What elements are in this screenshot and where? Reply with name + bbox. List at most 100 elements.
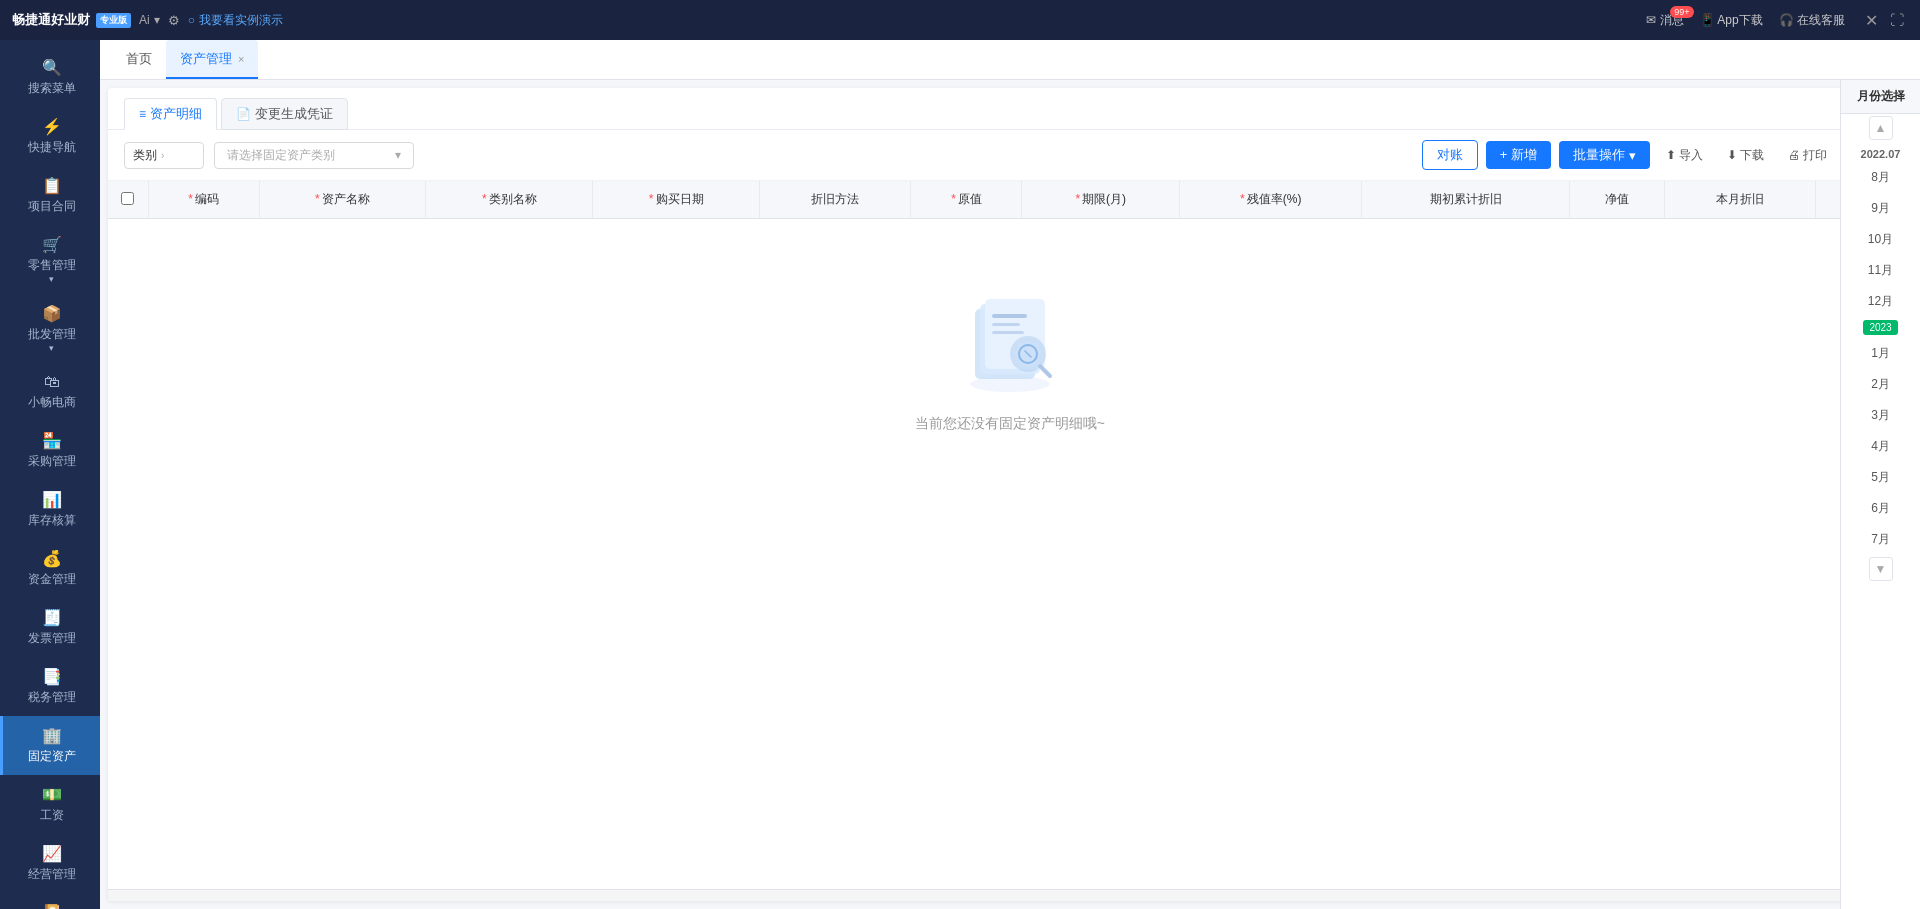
col-net-value: 净值 (1569, 181, 1664, 219)
chevron-down-icon: ▾ (49, 343, 54, 353)
select-all-checkbox[interactable] (121, 192, 134, 205)
month-item-2023-5[interactable]: 5月 (1845, 463, 1916, 492)
retail-mgmt-icon: 🛒 (42, 235, 62, 254)
month-item-2023-6[interactable]: 6月 (1845, 494, 1916, 523)
asset-table: *编码 *资产名称 *类别名称 *购买日期 折旧方法 *原值 *期限(月) *残… (108, 181, 1912, 493)
chevron-down-icon: ▾ (49, 274, 54, 284)
close-window-button[interactable]: ✕ (1861, 11, 1882, 30)
dropdown-arrow[interactable]: ▾ (154, 13, 160, 27)
demo-text: 我要看实例演示 (199, 12, 283, 29)
content-area: 首页 资产管理 × ≡ 资产明细 📄 变更生成凭证 (100, 40, 1920, 909)
main-layout: 🔍 搜索菜单 ⚡ 快捷导航 📋 项目合同 🛒 零售管理 ▾ 📦 批发管理 ▾ 🛍… (0, 40, 1920, 909)
tab-home[interactable]: 首页 (112, 40, 166, 79)
col-category-name: *类别名称 (426, 181, 593, 219)
sidebar-item-label: 固定资产 (28, 748, 76, 765)
import-button[interactable]: ⬆ 导入 (1658, 143, 1711, 168)
sidebar-item-label: 采购管理 (28, 453, 76, 470)
sidebar-item-invoice-mgmt[interactable]: 🧾 发票管理 (0, 598, 100, 657)
year-2022-label: 2022.07 (1841, 142, 1920, 162)
batch-operation-button[interactable]: 批量操作 ▾ (1559, 141, 1650, 169)
sidebar-item-general-ledger[interactable]: 📔 总账管理 (0, 893, 100, 909)
sidebar-item-wholesale-mgmt[interactable]: 📦 批发管理 ▾ (0, 294, 100, 363)
demo-icon: ○ (188, 13, 195, 27)
col-depreciation-method: 折旧方法 (760, 181, 911, 219)
select-all-checkbox-header[interactable] (108, 181, 148, 219)
sidebar-item-retail-mgmt[interactable]: 🛒 零售管理 ▾ (0, 225, 100, 294)
sidebar-item-ecommerce[interactable]: 🛍 小畅电商 (0, 363, 100, 421)
list-icon: ≡ (139, 107, 146, 121)
sidebar-item-label: 发票管理 (28, 630, 76, 647)
match-button[interactable]: 对账 (1422, 140, 1478, 170)
sidebar-item-salary[interactable]: 💵 工资 (0, 775, 100, 834)
page-content: ≡ 资产明细 📄 变更生成凭证 类别 › (100, 80, 1920, 909)
category-placeholder-select[interactable]: 请选择固定资产类别 ▾ (214, 142, 414, 169)
month-next-button[interactable]: ▼ (1869, 557, 1893, 581)
year-2023-badge: 2023 (1863, 320, 1897, 335)
online-service-button[interactable]: 🎧 在线客服 (1779, 12, 1845, 29)
message-badge: 99+ (1670, 6, 1693, 18)
sub-tab-change-voucher[interactable]: 📄 变更生成凭证 (221, 98, 348, 130)
inventory-icon: 📊 (42, 490, 62, 509)
sub-tab-change-voucher-label: 变更生成凭证 (255, 105, 333, 123)
company-selector[interactable]: Ai ▾ (139, 13, 160, 27)
month-item-2023-3[interactable]: 3月 (1845, 401, 1916, 430)
sidebar-item-label: 搜索菜单 (28, 80, 76, 97)
sidebar-item-label: 零售管理 (28, 257, 76, 274)
empty-illustration (950, 279, 1070, 399)
month-item-11[interactable]: 11月 (1845, 256, 1916, 285)
sub-tab-asset-detail[interactable]: ≡ 资产明细 (124, 98, 217, 130)
phone-icon: 📱 (1700, 13, 1715, 27)
month-prev-button[interactable]: ▲ (1869, 116, 1893, 140)
category-filter[interactable]: 类别 › (124, 142, 204, 169)
category-placeholder-text: 请选择固定资产类别 (227, 147, 335, 164)
settings-icon[interactable]: ⚙ (168, 13, 180, 28)
table-scroll-bar[interactable] (108, 889, 1912, 901)
main-panel: ≡ 资产明细 📄 变更生成凭证 类别 › (108, 88, 1912, 901)
sub-tabs: ≡ 资产明细 📄 变更生成凭证 (108, 88, 1912, 130)
month-panel-header: 月份选择 (1841, 80, 1920, 114)
tab-asset-management[interactable]: 资产管理 × (166, 40, 258, 79)
operations-mgmt-icon: 📈 (42, 844, 62, 863)
sidebar-item-label: 库存核算 (28, 512, 76, 529)
maximize-window-button[interactable]: ⛶ (1886, 12, 1908, 28)
message-button[interactable]: ✉ 消息 99+ (1646, 12, 1684, 29)
sidebar-item-operations-mgmt[interactable]: 📈 经营管理 (0, 834, 100, 893)
fixed-assets-icon: 🏢 (42, 726, 62, 745)
app-download-button[interactable]: 📱 App下载 (1700, 12, 1763, 29)
sidebar: 🔍 搜索菜单 ⚡ 快捷导航 📋 项目合同 🛒 零售管理 ▾ 📦 批发管理 ▾ 🛍… (0, 40, 100, 909)
month-item-2023-1[interactable]: 1月 (1845, 339, 1916, 368)
download-button[interactable]: ⬇ 下载 (1719, 143, 1772, 168)
add-button[interactable]: + 新增 (1486, 141, 1551, 169)
sidebar-item-label: 快捷导航 (28, 139, 76, 156)
category-label: 类别 (133, 147, 157, 164)
month-item-2023-2[interactable]: 2月 (1845, 370, 1916, 399)
toolbar-right: 对账 + 新增 批量操作 ▾ ⬆ 导入 (1422, 140, 1896, 170)
sidebar-item-fund-mgmt[interactable]: 💰 资金管理 (0, 539, 100, 598)
sidebar-item-search-menu[interactable]: 🔍 搜索菜单 (0, 48, 100, 107)
month-item-12[interactable]: 12月 (1845, 287, 1916, 316)
month-item-9[interactable]: 9月 (1845, 194, 1916, 223)
sidebar-item-fixed-assets[interactable]: 🏢 固定资产 (0, 716, 100, 775)
sidebar-item-quick-nav[interactable]: ⚡ 快捷导航 (0, 107, 100, 166)
brand-name: 畅捷通好业财 (12, 11, 90, 29)
sidebar-item-label: 小畅电商 (28, 394, 76, 411)
month-item-2023-7[interactable]: 7月 (1845, 525, 1916, 554)
svg-rect-6 (992, 331, 1024, 334)
sidebar-item-inventory[interactable]: 📊 库存核算 (0, 480, 100, 539)
sidebar-item-project-contract[interactable]: 📋 项目合同 (0, 166, 100, 225)
col-code: *编码 (148, 181, 259, 219)
print-button[interactable]: 🖨 打印 (1780, 143, 1835, 168)
month-item-2023-4[interactable]: 4月 (1845, 432, 1916, 461)
month-item-8[interactable]: 8月 (1845, 163, 1916, 192)
tab-home-label: 首页 (126, 50, 152, 68)
col-residual-rate: *残值率(%) (1180, 181, 1362, 219)
tab-close-button[interactable]: × (238, 53, 244, 65)
fund-mgmt-icon: 💰 (42, 549, 62, 568)
month-item-10[interactable]: 10月 (1845, 225, 1916, 254)
top-bar: 畅捷通好业财 专业版 Ai ▾ ⚙ ○ 我要看实例演示 ✉ 消息 99+ 📱 A… (0, 0, 1920, 40)
sidebar-item-label: 税务管理 (28, 689, 76, 706)
sidebar-item-tax-mgmt[interactable]: 📑 税务管理 (0, 657, 100, 716)
sidebar-item-purchase-mgmt[interactable]: 🏪 采购管理 (0, 421, 100, 480)
demo-link[interactable]: ○ 我要看实例演示 (188, 12, 283, 29)
month-panel: 月份选择 ▲ 2022.07 8月 9月 10月 11月 12月 2023 1月… (1840, 80, 1920, 909)
